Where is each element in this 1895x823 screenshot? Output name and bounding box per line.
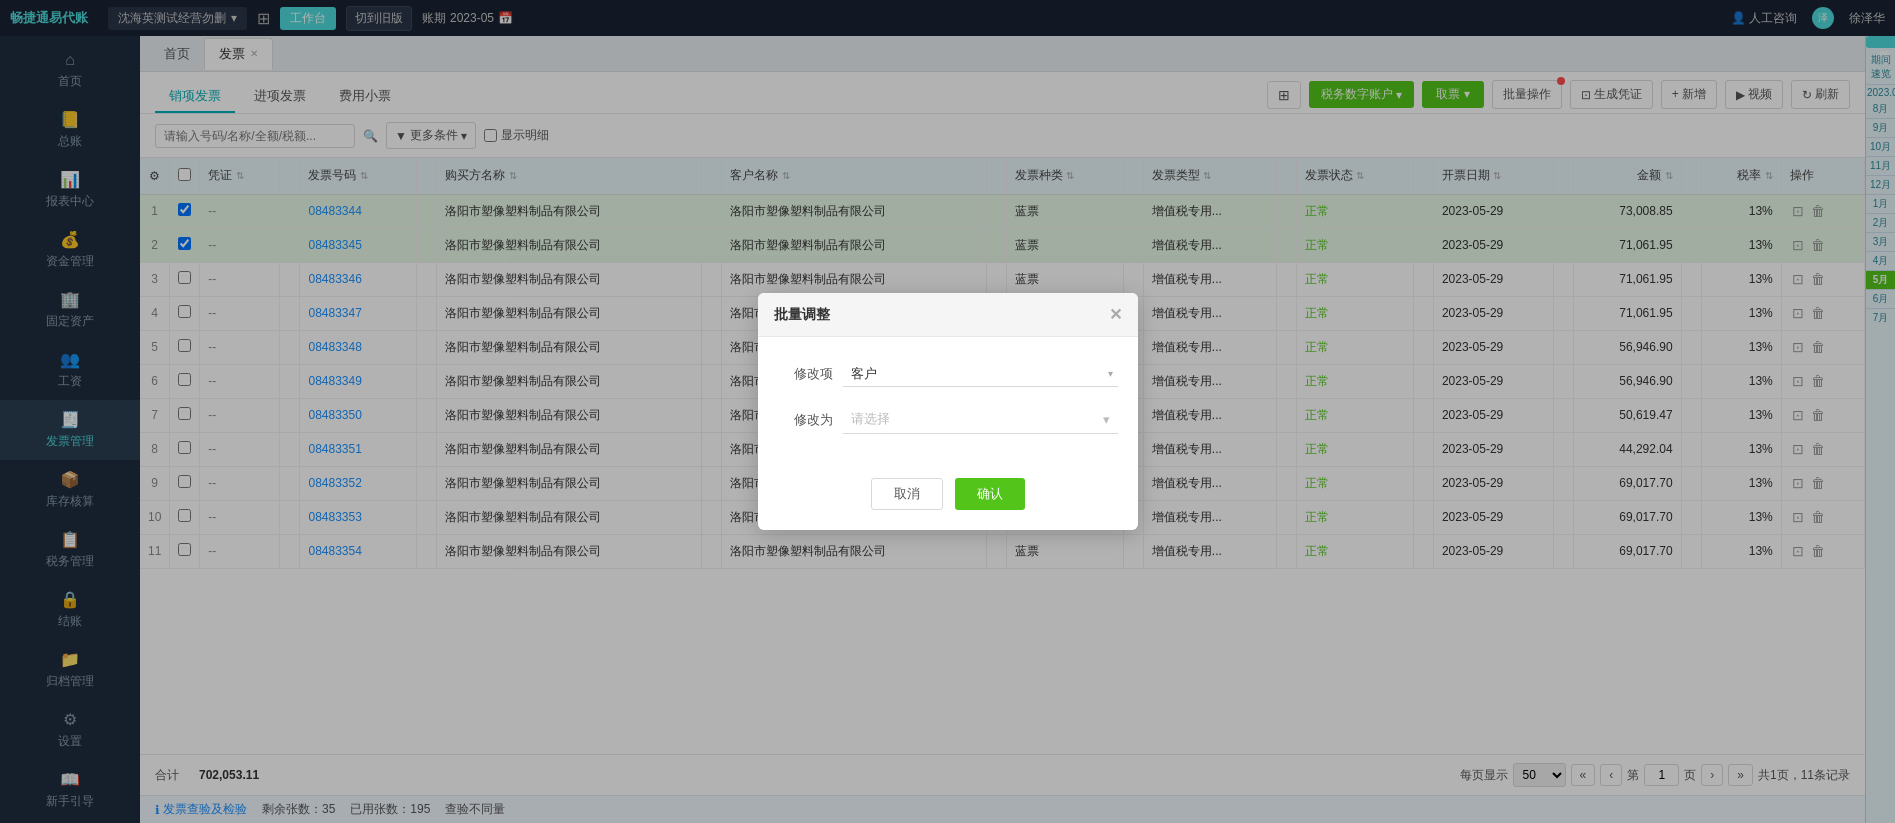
modal-body: 修改项 客户 购买方名称 发票状态 ▾ 修改为 请选择 ▾ bbox=[758, 337, 1138, 468]
modal-header: 批量调整 ✕ bbox=[758, 293, 1138, 337]
modify-field-select-wrapper[interactable]: 客户 购买方名称 发票状态 ▾ bbox=[843, 361, 1118, 387]
confirm-button[interactable]: 确认 bbox=[955, 478, 1025, 510]
modify-value-select[interactable]: 请选择 ▾ bbox=[843, 405, 1118, 434]
modify-field-row: 修改项 客户 购买方名称 发票状态 ▾ bbox=[778, 361, 1118, 387]
modify-value-label: 修改为 bbox=[778, 411, 833, 429]
value-placeholder-text: 请选择 bbox=[851, 410, 890, 428]
value-chevron-icon: ▾ bbox=[1103, 412, 1110, 427]
modify-value-row: 修改为 请选择 ▾ bbox=[778, 405, 1118, 434]
batch-adjust-modal: 批量调整 ✕ 修改项 客户 购买方名称 发票状态 ▾ 修改为 请选择 bbox=[758, 293, 1138, 530]
cancel-button[interactable]: 取消 bbox=[871, 478, 943, 510]
modal-footer: 取消 确认 bbox=[758, 468, 1138, 530]
modal-title: 批量调整 bbox=[774, 306, 830, 324]
modify-field-select[interactable]: 客户 购买方名称 发票状态 bbox=[843, 361, 1118, 386]
modify-field-label: 修改项 bbox=[778, 365, 833, 383]
modal-close-btn[interactable]: ✕ bbox=[1109, 305, 1122, 324]
modal-overlay[interactable]: 批量调整 ✕ 修改项 客户 购买方名称 发票状态 ▾ 修改为 请选择 bbox=[0, 0, 1895, 823]
